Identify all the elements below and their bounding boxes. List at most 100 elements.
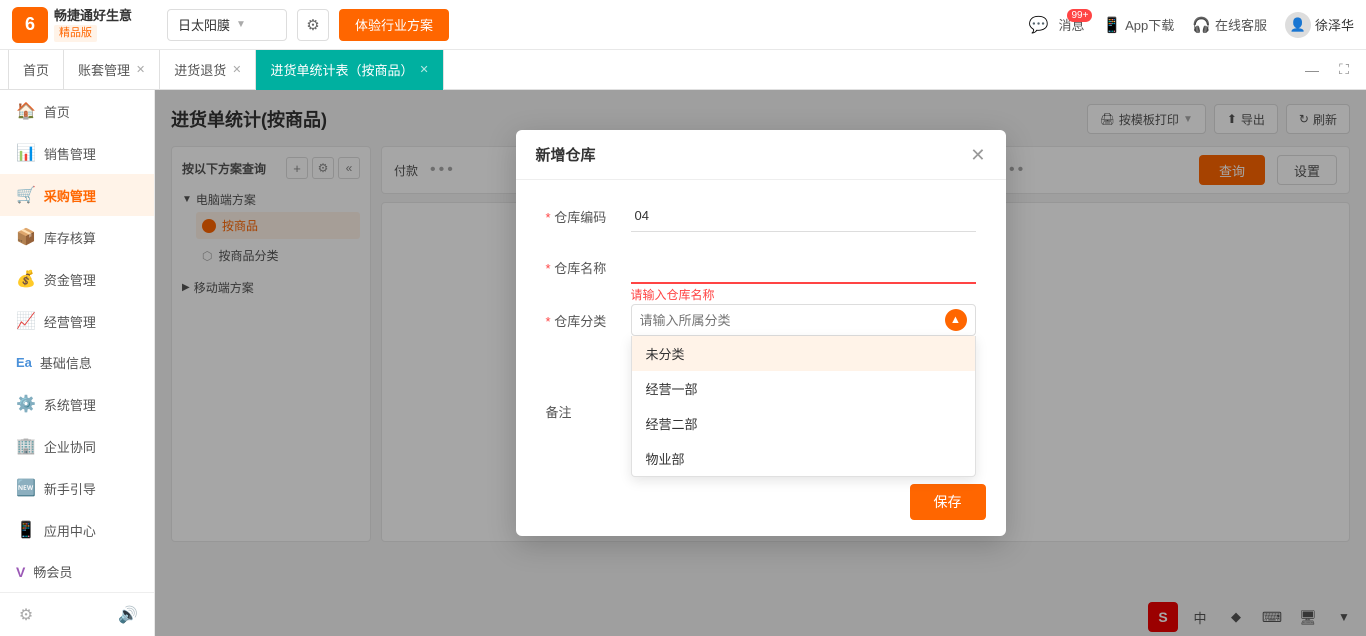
maximize-btn[interactable]: ⛶ [1330, 56, 1358, 84]
tab-accounts[interactable]: 账套管理 ✕ [64, 50, 160, 90]
sidebar-bottom: ⚙ 🔊 [0, 592, 154, 636]
sidebar-item-operations[interactable]: 📈 经营管理 [0, 300, 154, 342]
option-dept1[interactable]: 经营一部 [632, 371, 975, 406]
sidebar-item-home[interactable]: 🏠 首页 [0, 90, 154, 132]
modal-header: 新增仓库 ✕ [516, 130, 1006, 180]
sidebar-item-guide[interactable]: 🆕 新手引导 [0, 467, 154, 509]
sidebar-item-purchase[interactable]: 🛒 采购管理 [0, 174, 154, 216]
nav-tabs-bar: 首页 账套管理 ✕ 进货退货 ✕ 进货单统计表（按商品） ✕ — ⛶ [0, 50, 1366, 90]
category-dropdown-list: 未分类 经营一部 经营二部 物业部 [631, 336, 976, 477]
store-selector[interactable]: 日太阳膜 ▼ [167, 9, 287, 41]
user-name: 徐泽华 [1315, 15, 1354, 34]
sidebar-operations-label: 经营管理 [44, 312, 96, 331]
service-label: 在线客服 [1215, 15, 1267, 34]
close-icon[interactable]: ✕ [136, 63, 145, 76]
sidebar-item-member[interactable]: V 畅会员 [0, 551, 154, 592]
modal-body: * 仓库编码 * 仓库名称 请输入仓库名称 [516, 180, 1006, 476]
form-row-category: * 仓库分类 ▲ 未分类 经 [546, 304, 976, 336]
sidebar-item-enterprise[interactable]: 🏢 企业协同 [0, 425, 154, 467]
close-icon[interactable]: ✕ [232, 63, 241, 76]
content-area: 进货单统计(按商品) 🖨 按模板打印 ▼ ⬆ 导出 ↻ 刷新 [155, 90, 1366, 636]
main-layout: 🏠 首页 📊 销售管理 🛒 采购管理 📦 库存核算 💰 资金管理 📈 经营管理 … [0, 90, 1366, 636]
tab-home-label: 首页 [23, 60, 49, 79]
finance-icon: 💰 [16, 269, 36, 289]
sidebar-item-finance[interactable]: 💰 资金管理 [0, 258, 154, 300]
sidebar-sales-label: 销售管理 [44, 144, 96, 163]
sound-icon[interactable]: 🔊 [114, 601, 142, 629]
close-icon[interactable]: ✕ [420, 63, 429, 76]
save-button[interactable]: 保存 [910, 484, 986, 520]
sidebar-item-appcenter[interactable]: 📱 应用中心 [0, 509, 154, 551]
tab-purchase-return-label: 进货退货 [174, 60, 226, 79]
enterprise-icon: 🏢 [16, 436, 36, 456]
modal-close-btn[interactable]: ✕ [970, 146, 985, 164]
option-property[interactable]: 物业部 [632, 441, 975, 476]
sidebar-appcenter-label: 应用中心 [44, 521, 96, 540]
try-industry-button[interactable]: 体验行业方案 [339, 9, 449, 41]
sidebar-purchase-label: 采购管理 [44, 186, 96, 205]
topbar-right: 💬 99+ 消息 📱 App下载 🎧 在线客服 👤 徐泽华 [1029, 12, 1354, 38]
app-download-btn[interactable]: 📱 App下载 [1102, 15, 1174, 34]
topbar: 6 畅捷通好生意 精品版 日太阳膜 ▼ ⚙ 体验行业方案 💬 99+ 消息 📱 … [0, 0, 1366, 50]
sidebar-finance-label: 资金管理 [44, 270, 96, 289]
operations-icon: 📈 [16, 311, 36, 331]
system-icon: ⚙️ [16, 394, 36, 414]
sidebar-guide-label: 新手引导 [44, 479, 96, 498]
category-dropdown-trigger[interactable]: ▲ [631, 304, 976, 336]
name-error-msg: 请输入仓库名称 [631, 286, 715, 303]
appcenter-icon: 📱 [16, 520, 36, 540]
note-label: 备注 [546, 396, 631, 421]
chevron-down-icon: ▼ [236, 19, 246, 30]
code-label: * 仓库编码 [546, 207, 631, 226]
form-row-code: * 仓库编码 [546, 200, 976, 232]
sidebar-item-system[interactable]: ⚙️ 系统管理 [0, 383, 154, 425]
sidebar-home-label: 首页 [44, 102, 70, 121]
sidebar-item-basic[interactable]: Ea 基础信息 [0, 342, 154, 383]
option-dept2[interactable]: 经营二部 [632, 406, 975, 441]
form-row-name: * 仓库名称 请输入仓库名称 [546, 252, 976, 284]
name-input[interactable] [631, 252, 976, 284]
minimize-btn[interactable]: — [1298, 56, 1326, 84]
headset-icon: 🎧 [1192, 16, 1211, 34]
guide-icon: 🆕 [16, 478, 36, 498]
category-arrow-btn[interactable]: ▲ [945, 309, 967, 331]
settings-icon[interactable]: ⚙ [12, 601, 40, 629]
category-input[interactable] [640, 313, 945, 328]
sidebar-inventory-label: 库存核算 [44, 228, 96, 247]
tab-purchase-stats-label: 进货单统计表（按商品） [270, 60, 413, 79]
sidebar-enterprise-label: 企业协同 [44, 437, 96, 456]
logo-icon: 6 [12, 7, 48, 43]
message-btn[interactable]: 💬 99+ 消息 [1029, 15, 1085, 35]
modal: 新增仓库 ✕ * 仓库编码 [516, 130, 1006, 536]
gear-button[interactable]: ⚙ [297, 9, 329, 41]
name-label: * 仓库名称 [546, 252, 631, 277]
tab-purchase-return[interactable]: 进货退货 ✕ [160, 50, 256, 90]
tab-purchase-stats[interactable]: 进货单统计表（按商品） ✕ [256, 50, 443, 90]
nav-right-btns: — ⛶ [1298, 56, 1358, 84]
brand-main: 畅捷通好生意 [54, 7, 132, 25]
user-icon: 👤 [1285, 12, 1311, 38]
tab-home[interactable]: 首页 [8, 50, 64, 90]
sidebar-item-sales[interactable]: 📊 销售管理 [0, 132, 154, 174]
category-label: * 仓库分类 [546, 311, 631, 330]
store-name: 日太阳膜 [178, 15, 230, 34]
sidebar-item-inventory[interactable]: 📦 库存核算 [0, 216, 154, 258]
user-area[interactable]: 👤 徐泽华 [1285, 12, 1354, 38]
app-icon: 📱 [1102, 16, 1121, 34]
option-uncategorized[interactable]: 未分类 [632, 336, 975, 371]
sidebar-system-label: 系统管理 [44, 395, 96, 414]
service-btn[interactable]: 🎧 在线客服 [1192, 15, 1267, 34]
app-label: App下载 [1125, 15, 1174, 34]
tab-accounts-label: 账套管理 [78, 60, 130, 79]
sales-icon: 📊 [16, 143, 36, 163]
inventory-icon: 📦 [16, 227, 36, 247]
name-input-container: 请输入仓库名称 [631, 252, 976, 284]
modal-overlay: 新增仓库 ✕ * 仓库编码 [155, 90, 1366, 636]
home-icon: 🏠 [16, 101, 36, 121]
code-input[interactable] [631, 200, 976, 232]
modal-footer: 保存 [516, 476, 1006, 536]
purchase-icon: 🛒 [16, 185, 36, 205]
modal-title: 新增仓库 [536, 144, 596, 165]
message-icon: 💬 [1029, 15, 1049, 35]
sidebar-basic-label: 基础信息 [40, 353, 92, 372]
